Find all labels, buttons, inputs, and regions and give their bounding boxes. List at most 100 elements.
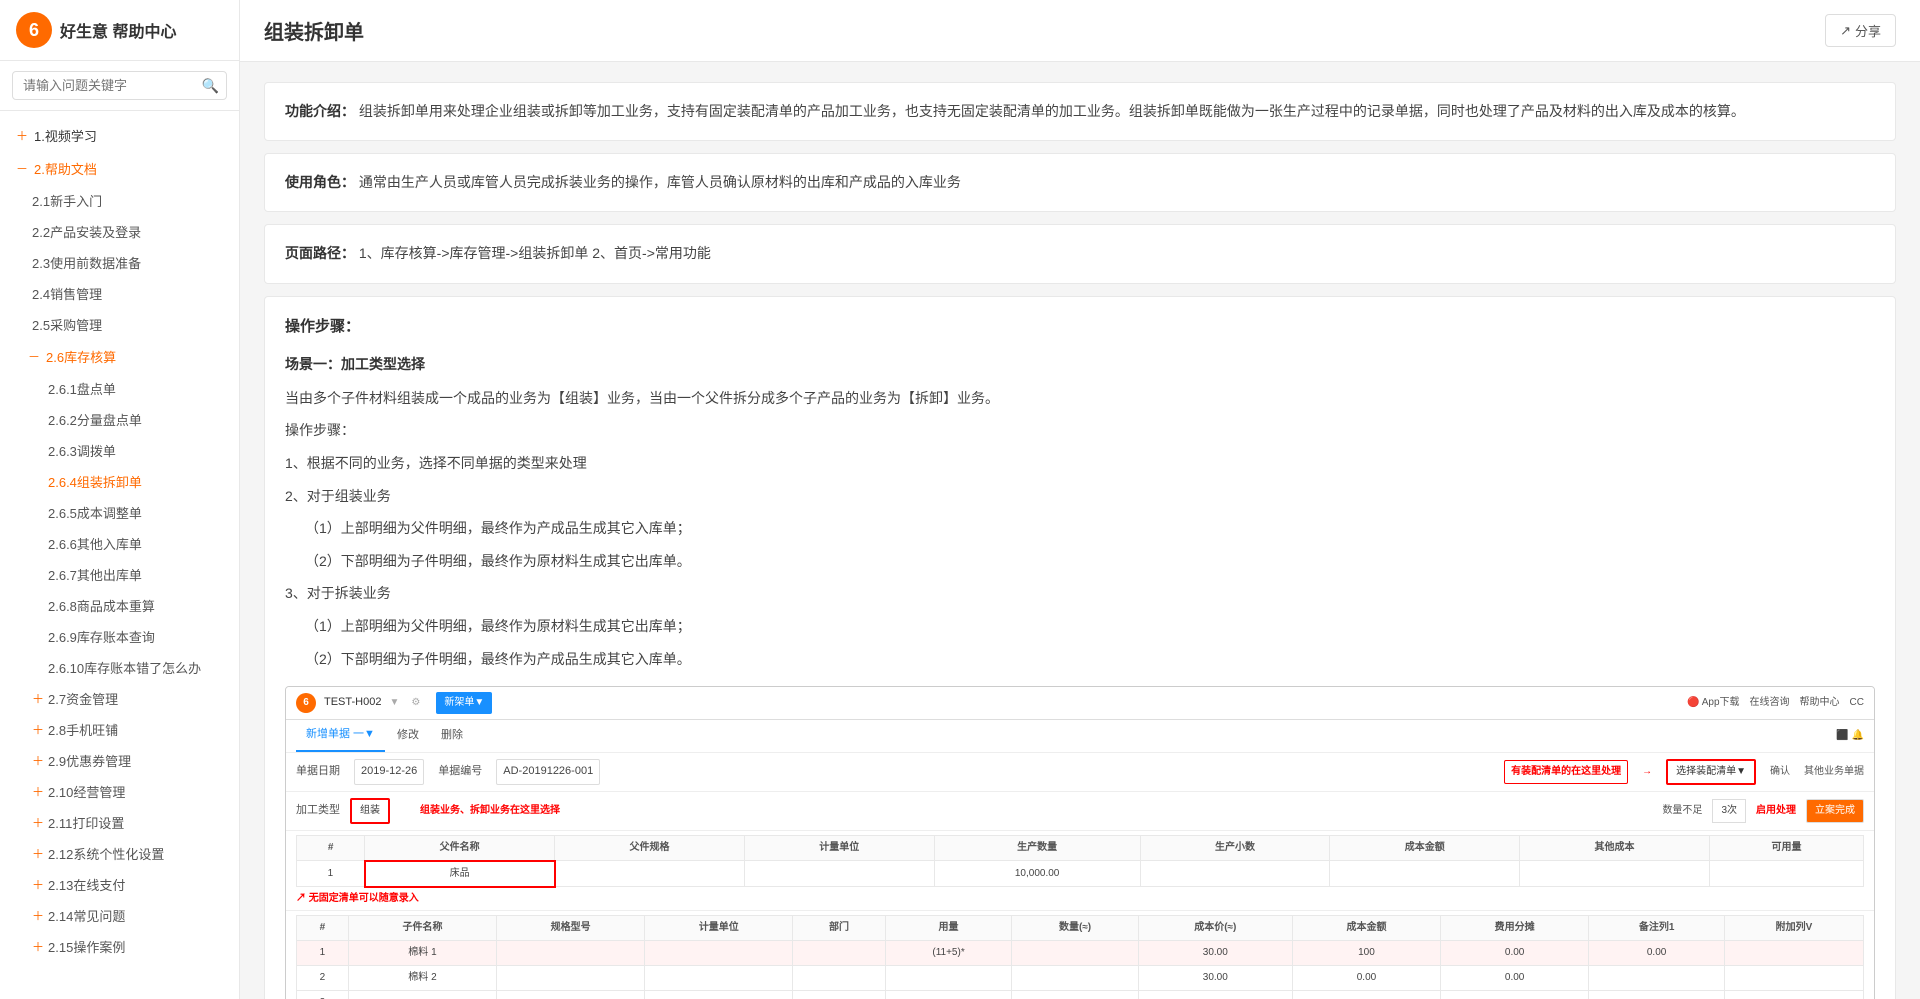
scenario1-title: 场景一：加工类型选择 [285,352,1875,377]
parent-table-area: # 父件名称 父件规格 计量单位 生产数量 生产小数 成本金额 其他成本 可用量 [286,831,1874,888]
collapse-icon: － [16,160,28,177]
col-prod-qty: 生产数量 [934,835,1140,861]
sidebar-item-mobile[interactable]: ＋ 2.8手机旺铺 [0,714,239,745]
col-num: # [297,835,365,861]
main-header: 组装拆卸单 ↗ 分享 [240,0,1920,62]
logo-icon: 6 [16,12,52,48]
sidebar-child-label: 2.7资金管理 [48,689,118,708]
nav-tab-home[interactable]: 新架单▼ [436,692,492,714]
content-area: 功能介绍： 组装拆卸单用来处理企业组装或拆卸等加工业务，支持有固定装配清单的产品… [240,62,1920,999]
search-box[interactable]: 🔍 [0,61,239,111]
app-tools: 🔴 App下载 在线咨询 帮助中心 CC [1687,694,1864,712]
sidebar-grandchild-label: 2.6.8商品成本重算 [48,596,155,615]
sidebar-grandchild-label: 2.6.9库存账本查询 [48,627,155,646]
sidebar-item-sales[interactable]: 2.4销售管理 [0,278,239,309]
expand-icon: ＋ [32,876,44,893]
cc-icon: CC [1850,694,1864,712]
form-date-value: 2019-12-26 [354,759,424,785]
company-name: TEST-H002 [324,693,381,713]
sidebar-grandchild-label: 2.6.2分量盘点单 [48,410,142,429]
step3-2: （2）下部明细为子件明细，最终作为产成品生成其它入库单。 [305,646,1875,673]
app-topbar: 6 TEST-H002 ▼ ⚙ 新架单▼ 🔴 App下载 在线咨询 帮助中心 C… [286,687,1874,720]
type-select[interactable]: 组装 [350,798,390,824]
path-label: 页面路径： [285,245,355,261]
expand-icon: ＋ [32,938,44,955]
step1: 1、根据不同的业务，选择不同单据的类型来处理 [285,450,1875,477]
sidebar-item-label: 2.帮助文档 [34,159,97,178]
sidebar-item-outother[interactable]: 2.6.7其他出库单 [0,559,239,590]
screenshot-inner: 6 TEST-H002 ▼ ⚙ 新架单▼ 🔴 App下载 在线咨询 帮助中心 C… [286,687,1874,999]
sidebar-item-faq[interactable]: ＋ 2.14常见问题 [0,900,239,931]
steps-card: 操作步骤： 场景一：加工类型选择 当由多个子件材料组装成一个成品的业务为【组装】… [264,296,1896,999]
sidebar-item-cases[interactable]: ＋ 2.15操作案例 [0,931,239,962]
col-unit2: 计量单位 [645,915,793,940]
sidebar-child-label: 2.9优惠券管理 [48,751,131,770]
sidebar-item-goodscost[interactable]: 2.6.8商品成本重算 [0,590,239,621]
sidebar-item-video[interactable]: ＋ 1.视频学习 [0,119,239,152]
sidebar-item-stockerr[interactable]: 2.6.10库存账本错了怎么办 [0,652,239,683]
confirm-label: 确认 [1770,763,1790,781]
share-icon: ↗ [1840,23,1851,39]
sidebar-item-adjust[interactable]: 2.6.3调拨单 [0,435,239,466]
enable-btn[interactable]: 立案完成 [1806,799,1864,823]
col-dept: 部门 [793,915,885,940]
sidebar-item-partial[interactable]: 2.6.2分量盘点单 [0,404,239,435]
expand-icon: ＋ [32,752,44,769]
annotation-fixed-bom: 有装配清单的在这里处理 [1504,760,1628,784]
app-download: 🔴 App下载 [1687,694,1739,712]
search-input[interactable] [12,71,227,100]
col-cost-amt2: 成本金额 [1292,915,1440,940]
select-bom-btn[interactable]: 选择装配清单▼ [1666,759,1756,785]
sidebar-child-label: 2.1新手入门 [32,191,102,210]
col-cost-alloc: 费用分摊 [1441,915,1589,940]
sidebar-item-finance[interactable]: ＋ 2.7资金管理 [0,683,239,714]
tab-modify[interactable]: 修改 [387,721,429,751]
annotation-no-fixed-row: ↗ 无固定清单可以随意录入 [286,888,1874,911]
sidebar-item-ops[interactable]: ＋ 2.10经营管理 [0,776,239,807]
role-card: 使用角色： 通常由生产人员或库管人员完成拆装业务的操作，库管人员确认原材料的出库… [264,153,1896,212]
intro-text: 组装拆卸单用来处理企业组装或拆卸等加工业务，支持有固定装配清单的产品加工业务，也… [359,103,1745,119]
share-button[interactable]: ↗ 分享 [1825,14,1896,47]
online-consult: 在线咨询 [1750,694,1790,712]
sidebar-item-print[interactable]: ＋ 2.11打印设置 [0,807,239,838]
sidebar-item-coupon[interactable]: ＋ 2.9优惠券管理 [0,745,239,776]
col-qty2: 数量(≈) [1012,915,1138,940]
col-cost-amount: 成本金额 [1330,835,1520,861]
col-spec: 规格型号 [497,915,645,940]
sidebar-item-predata[interactable]: 2.3使用前数据准备 [0,247,239,278]
sidebar-item-stockcheck[interactable]: 2.6.9库存账本查询 [0,621,239,652]
sidebar-item-install[interactable]: 2.2产品安装及登录 [0,216,239,247]
sidebar-item-custom[interactable]: ＋ 2.12系统个性化设置 [0,838,239,869]
sidebar-item-cost[interactable]: 2.6.5成本调整单 [0,497,239,528]
sidebar-item-stock[interactable]: － 2.6库存核算 [0,340,239,373]
tab-new-bill[interactable]: 新增单据 一▼ [296,720,385,752]
table-row: 3 [297,990,1864,999]
toolbar-right: ⬛ 🔔 [1836,727,1864,745]
col-usage: 用量 [885,915,1012,940]
expand-icon: ＋ [32,690,44,707]
sidebar-child-label: 2.2产品安装及登录 [32,222,141,241]
sidebar-grandchild-label: 2.6.6其他入库单 [48,534,142,553]
sidebar-item-inventory[interactable]: 2.6.1盘点单 [0,373,239,404]
child-table-area: # 子件名称 规格型号 计量单位 部门 用量 数量(≈) 成本价(≈) 成本金额 [286,911,1874,999]
sidebar-item-new[interactable]: 2.1新手入门 [0,185,239,216]
sidebar-child-label: 2.12系统个性化设置 [48,844,164,863]
sidebar-item-inother[interactable]: 2.6.6其他入库单 [0,528,239,559]
col-extra: 附加列V [1725,915,1864,940]
sidebar-item-docs[interactable]: － 2.帮助文档 [0,152,239,185]
col-unit: 计量单位 [744,835,934,861]
sidebar-child-label: 2.14常见问题 [48,906,125,925]
expand-icon: ＋ [32,907,44,924]
sidebar: 6 好生意 帮助中心 🔍 ＋ 1.视频学习 － 2.帮助文档 2.1新手入门 2… [0,0,240,999]
search-icon: 🔍 [202,77,219,94]
sidebar-item-purchase[interactable]: 2.5采购管理 [0,309,239,340]
sidebar-grandchild-label: 2.6.7其他出库单 [48,565,142,584]
sidebar-item-payment[interactable]: ＋ 2.13在线支付 [0,869,239,900]
tab-delete[interactable]: 删除 [431,721,473,751]
annotation-no-fixed: ↗ 无固定清单可以随意录入 [296,890,419,908]
sidebar-child-label: 2.13在线支付 [48,875,125,894]
sidebar-item-assembly[interactable]: 2.6.4组装拆卸单 [0,466,239,497]
share-label: 分享 [1855,21,1881,40]
num-value: 3次 [1712,799,1746,823]
step3-1: （1）上部明细为父件明细，最终作为原材料生成其它出库单； [305,613,1875,640]
